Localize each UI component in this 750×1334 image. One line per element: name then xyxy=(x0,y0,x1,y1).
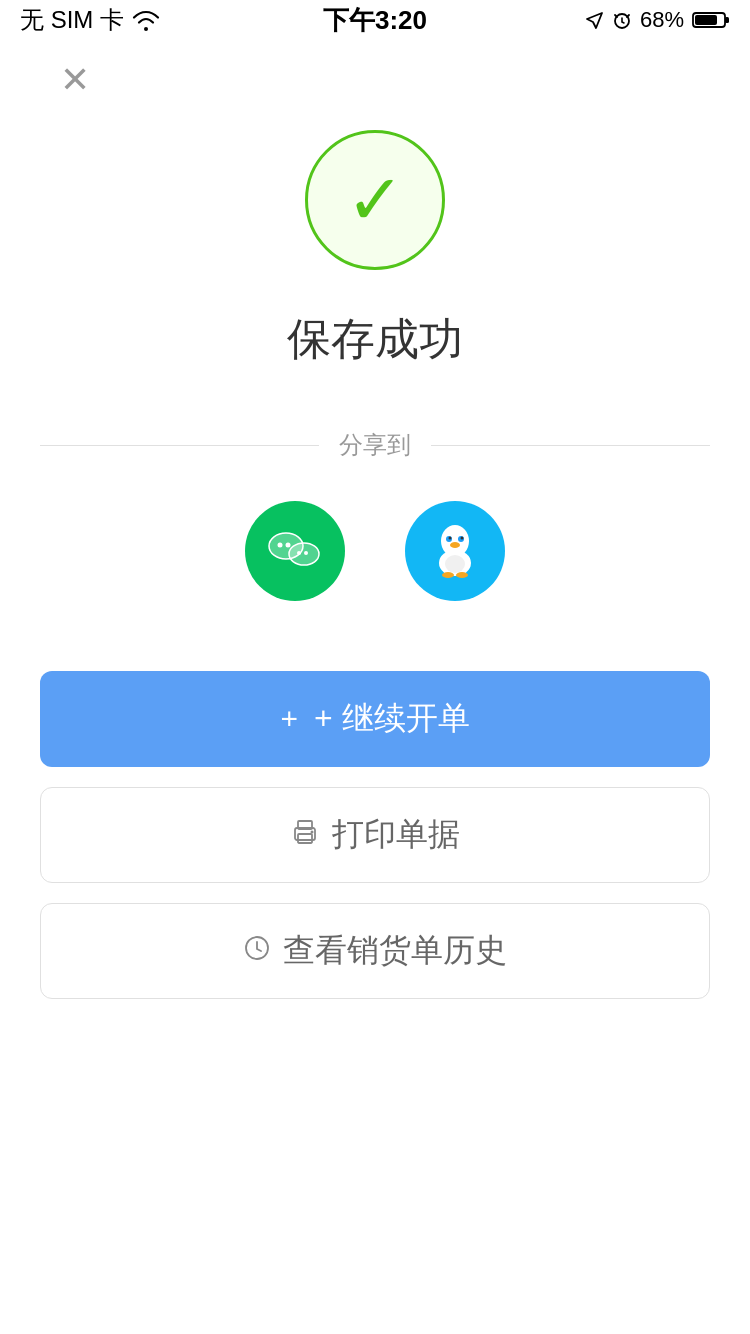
wechat-share-button[interactable] xyxy=(245,501,345,601)
print-button[interactable]: 打印单据 xyxy=(40,787,710,883)
print-label: 打印单据 xyxy=(332,813,460,857)
svg-point-18 xyxy=(442,572,454,578)
alarm-icon xyxy=(612,10,632,30)
close-icon: ✕ xyxy=(60,62,90,98)
svg-point-17 xyxy=(445,555,465,573)
svg-rect-22 xyxy=(298,834,312,843)
success-circle: ✓ xyxy=(305,130,445,270)
close-button[interactable]: ✕ xyxy=(50,55,100,105)
checkmark-icon: ✓ xyxy=(346,165,405,235)
divider-line-left xyxy=(40,445,319,446)
svg-rect-3 xyxy=(695,15,717,25)
svg-point-15 xyxy=(450,542,460,548)
svg-point-6 xyxy=(278,543,283,548)
history-button[interactable]: 查看销货单历史 xyxy=(40,903,710,999)
printer-icon xyxy=(290,818,320,853)
share-divider: 分享到 xyxy=(40,429,710,461)
status-bar-right: 68% xyxy=(586,7,730,33)
main-content: ✓ 保存成功 分享到 xyxy=(0,40,750,999)
svg-point-8 xyxy=(297,551,301,555)
status-bar-left: 无 SIM 卡 xyxy=(20,4,160,36)
svg-point-13 xyxy=(448,537,451,540)
history-label: 查看销货单历史 xyxy=(283,929,507,973)
battery-percent: 68% xyxy=(640,7,684,33)
divider-line-right xyxy=(431,445,710,446)
share-icons-container xyxy=(245,501,505,601)
clock-icon xyxy=(243,934,271,969)
status-bar: 无 SIM 卡 下午3:20 68% xyxy=(0,0,750,40)
qq-share-button[interactable] xyxy=(405,501,505,601)
wechat-icon xyxy=(266,526,324,576)
battery-icon xyxy=(692,10,730,30)
wifi-icon xyxy=(132,9,160,31)
continue-label: + 继续开单 xyxy=(314,697,470,741)
qq-icon xyxy=(428,521,483,581)
svg-point-7 xyxy=(286,543,291,548)
svg-rect-2 xyxy=(725,17,729,23)
svg-point-19 xyxy=(456,572,468,578)
svg-point-9 xyxy=(304,551,308,555)
location-icon xyxy=(586,11,604,29)
no-sim-label: 无 SIM 卡 xyxy=(20,4,124,36)
svg-point-5 xyxy=(289,543,319,565)
success-title: 保存成功 xyxy=(287,310,463,369)
share-label: 分享到 xyxy=(339,429,411,461)
continue-button[interactable]: + + 继续开单 xyxy=(40,671,710,767)
action-buttons: + + 继续开单 打印单据 查看销货单历 xyxy=(40,671,710,999)
svg-point-23 xyxy=(311,830,314,833)
status-bar-time: 下午3:20 xyxy=(323,3,427,38)
svg-point-14 xyxy=(460,537,463,540)
plus-icon: + xyxy=(280,702,298,736)
